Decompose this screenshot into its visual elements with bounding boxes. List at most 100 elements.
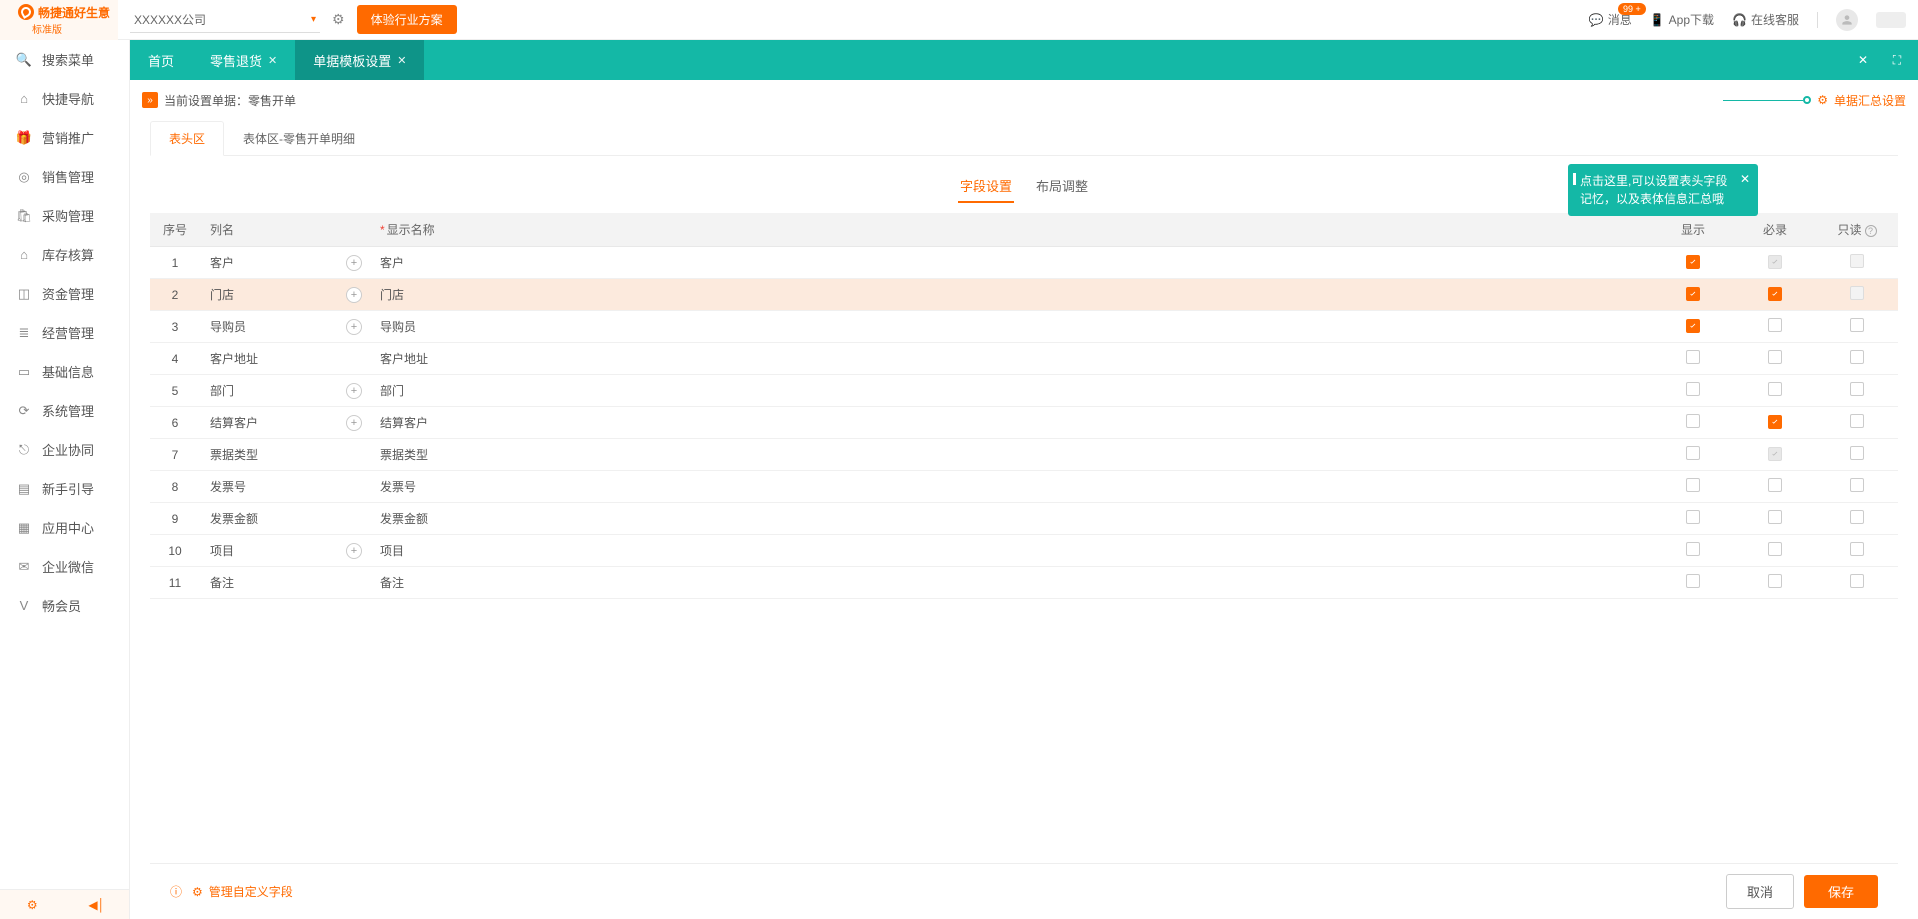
table-row[interactable]: 6结算客户+结算客户 xyxy=(150,407,1898,439)
checkbox[interactable] xyxy=(1850,350,1864,364)
checkbox[interactable] xyxy=(1686,542,1700,556)
cancel-button[interactable]: 取消 xyxy=(1726,874,1794,909)
plus-icon[interactable]: + xyxy=(346,319,362,335)
plus-icon[interactable]: + xyxy=(346,415,362,431)
checkbox[interactable] xyxy=(1850,318,1864,332)
checkbox[interactable] xyxy=(1768,478,1782,492)
tab[interactable]: 零售退货✕ xyxy=(192,40,295,80)
sidebar-item-collab[interactable]: ⎋企业协同 xyxy=(0,430,129,469)
expand-toggle[interactable]: » xyxy=(142,92,158,108)
checkbox[interactable] xyxy=(1768,510,1782,524)
save-button[interactable]: 保存 xyxy=(1804,875,1878,908)
checkbox[interactable] xyxy=(1686,319,1700,333)
plus-icon[interactable]: + xyxy=(346,383,362,399)
checkbox[interactable] xyxy=(1850,382,1864,396)
table-row[interactable]: 9发票金额发票金额 xyxy=(150,503,1898,535)
tab[interactable]: 首页 xyxy=(130,40,192,80)
experience-button[interactable]: 体验行业方案 xyxy=(357,5,457,34)
sidebar-item-purchase[interactable]: 🛍采购管理 xyxy=(0,196,129,235)
checkbox[interactable] xyxy=(1850,510,1864,524)
close-icon[interactable]: ✕ xyxy=(397,54,406,67)
cell-display-name[interactable]: 发票号 xyxy=(370,471,1652,503)
cell-display-name[interactable]: 票据类型 xyxy=(370,439,1652,471)
table-row[interactable]: 7票据类型票据类型 xyxy=(150,439,1898,471)
cell-display-name[interactable]: 备注 xyxy=(370,567,1652,599)
cell-display-name[interactable]: 客户地址 xyxy=(370,343,1652,375)
checkbox[interactable] xyxy=(1768,542,1782,556)
table-row[interactable]: 3导购员+导购员 xyxy=(150,311,1898,343)
online-service-link[interactable]: 🎧 在线客服 xyxy=(1732,11,1799,28)
checkbox[interactable] xyxy=(1686,382,1700,396)
sidebar-item-basic[interactable]: ▭基础信息 xyxy=(0,352,129,391)
checkbox[interactable] xyxy=(1686,414,1700,428)
sidebar-collapse-button[interactable]: ◀│ xyxy=(65,890,130,919)
cell-display-name[interactable]: 客户 xyxy=(370,247,1652,279)
checkbox[interactable] xyxy=(1686,574,1700,588)
app-download-link[interactable]: 📱 App下载 xyxy=(1650,11,1714,28)
checkbox[interactable] xyxy=(1768,574,1782,588)
summary-settings-link[interactable]: ⚙ 单据汇总设置 xyxy=(1723,92,1906,109)
sidebar-item-search[interactable]: 🔍搜索菜单 xyxy=(0,40,129,79)
table-row[interactable]: 1客户+客户 xyxy=(150,247,1898,279)
checkbox[interactable] xyxy=(1686,287,1700,301)
cell-display-name[interactable]: 发票金额 xyxy=(370,503,1652,535)
inner-tab[interactable]: 表体区-零售开单明细 xyxy=(224,121,374,156)
cell-display-name[interactable]: 项目 xyxy=(370,535,1652,567)
sidebar-settings-button[interactable]: ⚙ xyxy=(0,890,65,919)
avatar[interactable] xyxy=(1836,9,1858,31)
checkbox[interactable] xyxy=(1686,255,1700,269)
table-row[interactable]: 10项目+项目 xyxy=(150,535,1898,567)
fullscreen-button[interactable]: ⛶ xyxy=(1884,47,1910,73)
checkbox[interactable] xyxy=(1768,382,1782,396)
checkbox[interactable] xyxy=(1768,318,1782,332)
table-row[interactable]: 4客户地址客户地址 xyxy=(150,343,1898,375)
checkbox[interactable] xyxy=(1850,574,1864,588)
sidebar-item-marketing[interactable]: 🎁营销推广 xyxy=(0,118,129,157)
checkbox[interactable] xyxy=(1850,478,1864,492)
checkbox[interactable] xyxy=(1686,510,1700,524)
sidebar-item-quicknav[interactable]: ⌂快捷导航 xyxy=(0,79,129,118)
cell-display-name[interactable]: 结算客户 xyxy=(370,407,1652,439)
cell-display-name[interactable]: 导购员 xyxy=(370,311,1652,343)
sidebar-item-member[interactable]: V畅会员 xyxy=(0,586,129,625)
messages-link[interactable]: 💬 消息 99 + xyxy=(1589,11,1632,28)
sidebar-item-system[interactable]: ⟳系统管理 xyxy=(0,391,129,430)
cell-display-name[interactable]: 部门 xyxy=(370,375,1652,407)
sidebar-item-business[interactable]: ≣经营管理 xyxy=(0,313,129,352)
sidebar-item-appstore[interactable]: ▦应用中心 xyxy=(0,508,129,547)
plus-icon[interactable]: + xyxy=(346,255,362,271)
checkbox[interactable] xyxy=(1768,287,1782,301)
checkbox[interactable] xyxy=(1850,542,1864,556)
sub-tab[interactable]: 字段设置 xyxy=(958,170,1014,203)
plus-icon[interactable]: + xyxy=(346,543,362,559)
sub-tab[interactable]: 布局调整 xyxy=(1034,170,1090,203)
sidebar-item-sales[interactable]: ◎销售管理 xyxy=(0,157,129,196)
table-row[interactable]: 8发票号发票号 xyxy=(150,471,1898,503)
checkbox[interactable] xyxy=(1686,446,1700,460)
tab[interactable]: 单据模板设置✕ xyxy=(295,40,424,80)
tip-close-button[interactable]: ✕ xyxy=(1740,170,1750,188)
sidebar-item-wecom[interactable]: ✉企业微信 xyxy=(0,547,129,586)
inner-tab[interactable]: 表头区 xyxy=(150,121,224,156)
close-icon[interactable]: ✕ xyxy=(268,54,277,67)
checkbox[interactable] xyxy=(1686,478,1700,492)
sidebar-item-inventory[interactable]: ⌂库存核算 xyxy=(0,235,129,274)
table-row[interactable]: 5部门+部门 xyxy=(150,375,1898,407)
checkbox[interactable] xyxy=(1850,446,1864,460)
sidebar-item-guide[interactable]: ▤新手引导 xyxy=(0,469,129,508)
cell-required xyxy=(1734,279,1816,311)
checkbox[interactable] xyxy=(1768,350,1782,364)
checkbox[interactable] xyxy=(1686,350,1700,364)
cell-display-name[interactable]: 门店 xyxy=(370,279,1652,311)
sidebar-item-funds[interactable]: ◫资金管理 xyxy=(0,274,129,313)
help-icon[interactable]: ? xyxy=(1865,225,1877,237)
plus-icon[interactable]: + xyxy=(346,287,362,303)
close-all-tabs-button[interactable]: ✕ xyxy=(1850,47,1876,73)
checkbox[interactable] xyxy=(1768,415,1782,429)
manage-custom-fields-link[interactable]: ⚙ 管理自定义字段 xyxy=(192,883,293,900)
gear-icon[interactable]: ⚙ xyxy=(332,11,345,28)
checkbox[interactable] xyxy=(1850,414,1864,428)
table-row[interactable]: 11备注备注 xyxy=(150,567,1898,599)
table-row[interactable]: 2门店+门店 xyxy=(150,279,1898,311)
company-select[interactable]: XXXXXX公司 ▾ xyxy=(130,7,320,33)
